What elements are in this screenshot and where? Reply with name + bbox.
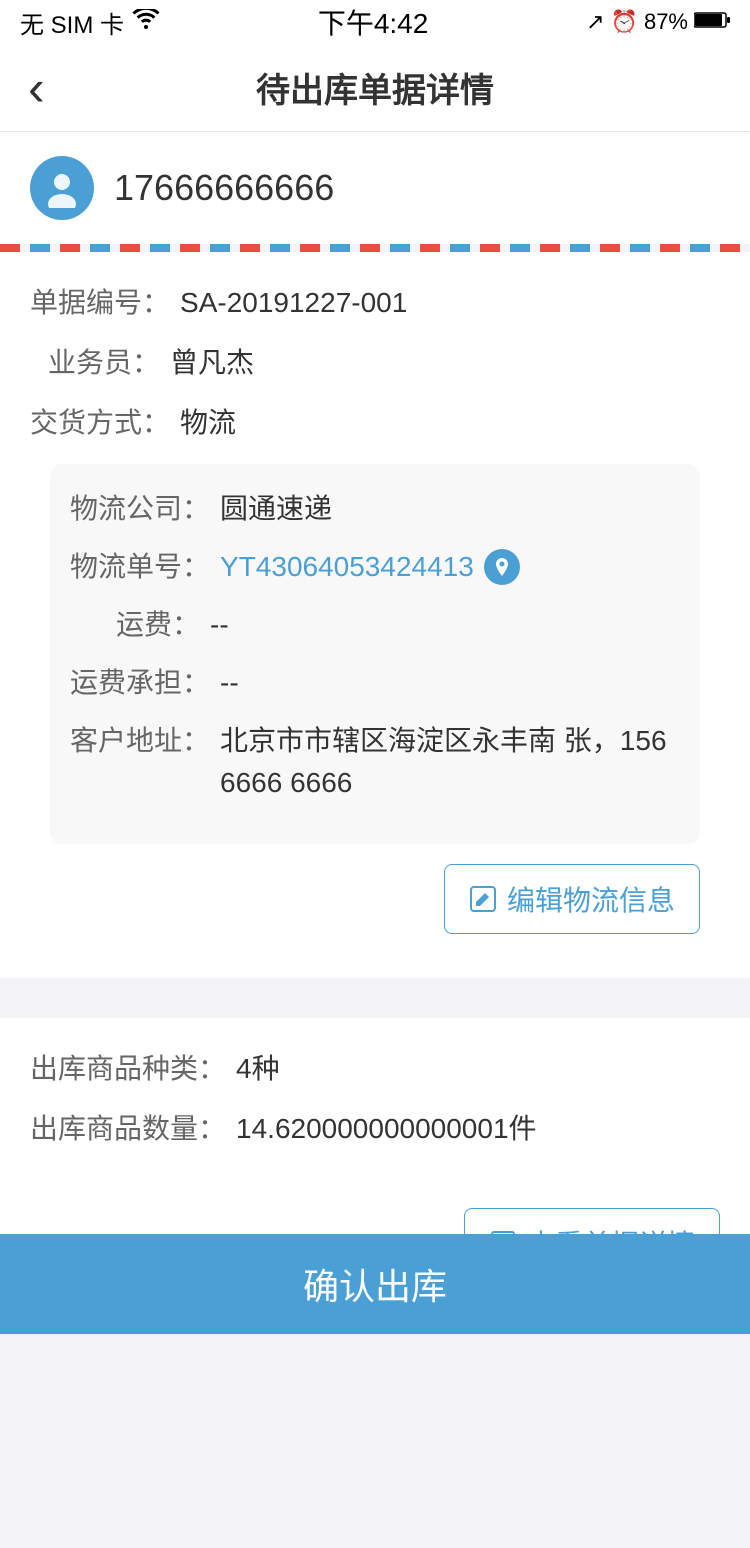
logistics-company-value: 圆通速递: [220, 488, 680, 530]
logistics-tracking-value: YT43064053424413: [220, 546, 680, 588]
user-header: 17666666666: [0, 132, 750, 244]
customer-address-label: 客户地址：: [70, 720, 210, 762]
goods-section: 出库商品种类： 4种 出库商品数量： 14.620000000000001件: [0, 1018, 750, 1188]
sales-rep-row: 业务员： 曾凡杰: [30, 342, 720, 384]
logistics-tracking-row: 物流单号： YT43064053424413: [70, 546, 680, 588]
goods-type-label: 出库商品种类：: [30, 1048, 226, 1090]
edit-logistics-button[interactable]: 编辑物流信息: [444, 864, 700, 934]
goods-quantity-value: 14.620000000000001件: [236, 1108, 720, 1150]
carrier-label: 无 SIM 卡: [20, 5, 124, 40]
delivery-method-row: 交货方式： 物流: [30, 402, 720, 444]
freight-bearer-row: 运费承担： --: [70, 662, 680, 704]
document-number-row: 单据编号： SA-20191227-001: [30, 282, 720, 324]
nav-bar: 待出库单据详情: [0, 44, 750, 132]
back-button[interactable]: [28, 59, 45, 117]
location-icon[interactable]: [484, 549, 520, 585]
freight-bearer-value: --: [220, 662, 680, 704]
status-bar: 无 SIM 卡 下午4:42 ↗ ⏰ 87%: [0, 0, 750, 44]
delivery-method-label: 交货方式：: [30, 402, 170, 444]
document-info-section: 单据编号： SA-20191227-001 业务员： 曾凡杰 交货方式： 物流 …: [0, 252, 750, 978]
status-left: 无 SIM 卡: [20, 5, 160, 40]
document-number-label: 单据编号：: [30, 282, 170, 324]
bottom-spacer: [0, 1308, 750, 1548]
confirm-button-label: 确认出库: [303, 1258, 447, 1310]
freight-row: 运费： --: [70, 604, 680, 646]
goods-quantity-label: 出库商品数量：: [30, 1108, 226, 1150]
status-time: 下午4:42: [318, 2, 429, 42]
sales-rep-label: 业务员：: [30, 342, 160, 384]
edit-logistics-label: 编辑物流信息: [507, 879, 675, 919]
edit-logistics-container: 编辑物流信息: [50, 864, 700, 934]
customer-address-row: 客户地址： 北京市市辖区海淀区永丰南 张，156 6666 6666: [70, 720, 680, 804]
goods-type-row: 出库商品种类： 4种: [30, 1048, 720, 1090]
delivery-method-value: 物流: [180, 402, 720, 444]
sales-rep-value: 曾凡杰: [170, 342, 720, 384]
logistics-company-label: 物流公司：: [70, 488, 210, 530]
document-number-value: SA-20191227-001: [180, 282, 720, 324]
logistics-card: 物流公司： 圆通速递 物流单号： YT43064053424413 运费： --…: [50, 464, 700, 844]
confirm-button[interactable]: 确认出库: [0, 1234, 750, 1334]
page-title: 待出库单据详情: [256, 63, 494, 112]
freight-label: 运费：: [70, 604, 200, 646]
section-separator: [0, 998, 750, 1018]
freight-bearer-label: 运费承担：: [70, 662, 210, 704]
battery-icon: [694, 8, 730, 36]
wifi-icon: [132, 8, 160, 36]
goods-type-value: 4种: [236, 1048, 720, 1090]
goods-quantity-row: 出库商品数量： 14.620000000000001件: [30, 1108, 720, 1150]
dashed-separator: [0, 244, 750, 252]
avatar: [30, 156, 94, 220]
logistics-tracking-label: 物流单号：: [70, 546, 210, 588]
status-right: ↗ ⏰ 87%: [586, 8, 730, 36]
battery-label: 87%: [644, 9, 688, 35]
freight-value: --: [210, 604, 680, 646]
alarm-icon: ⏰: [611, 9, 638, 35]
logistics-company-row: 物流公司： 圆通速递: [70, 488, 680, 530]
customer-address-value: 北京市市辖区海淀区永丰南 张，156 6666 6666: [220, 720, 680, 804]
user-phone: 17666666666: [114, 167, 334, 209]
location-status-icon: ↗: [586, 9, 604, 35]
